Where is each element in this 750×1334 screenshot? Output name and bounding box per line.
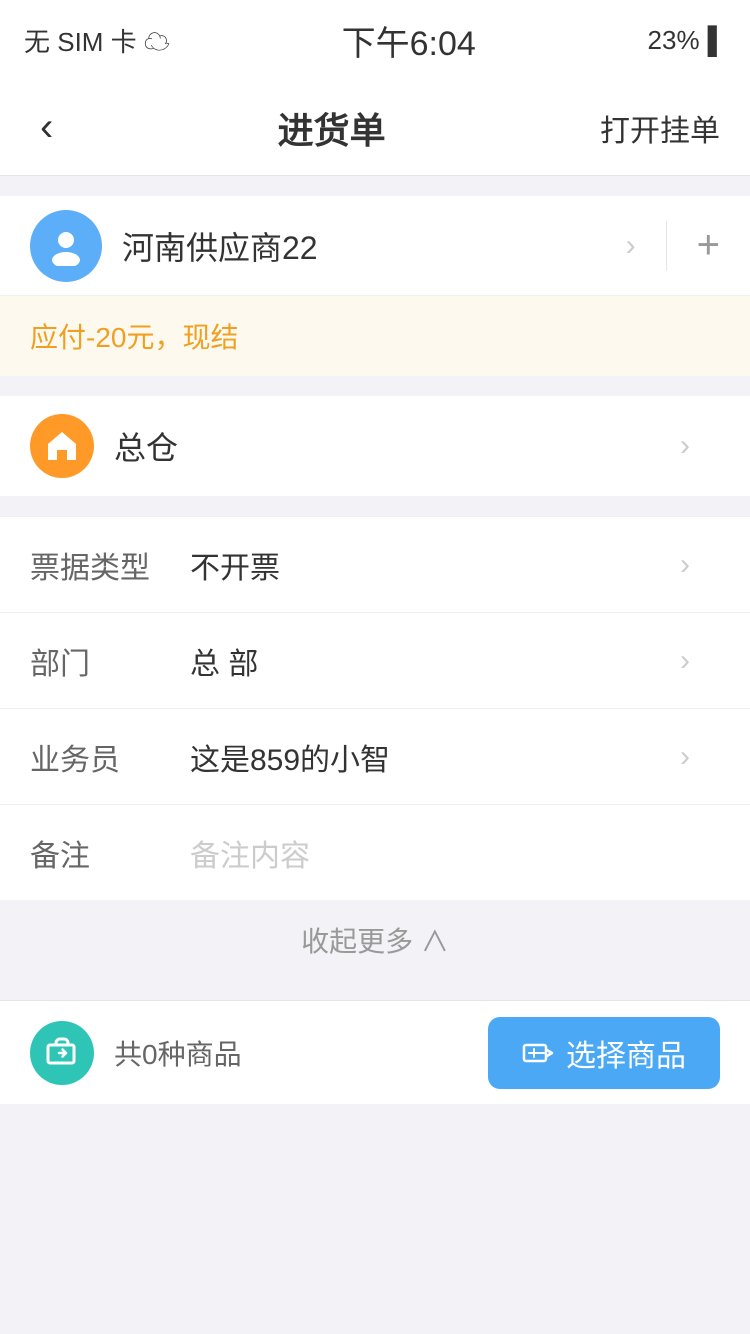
gap-3 [0, 496, 750, 516]
department-chevron-icon: › [680, 644, 690, 678]
form-section: 票据类型 不开票 › 部门 总 部 › 业务员 这是859的小智 › 备注 备注… [0, 516, 750, 900]
department-row[interactable]: 部门 总 部 › [0, 612, 750, 708]
add-button[interactable]: + [697, 223, 720, 268]
supplier-chevron-icon: › [626, 229, 636, 263]
invoice-type-row[interactable]: 票据类型 不开票 › [0, 516, 750, 612]
battery-icon: ▌ [708, 25, 726, 56]
warehouse-name: 总仓 [114, 423, 680, 469]
status-bar: 无 SIM 卡 ☁ 下午6:04 23% ▌ [0, 0, 750, 80]
back-button[interactable]: ‹ [30, 95, 63, 160]
salesperson-chevron-icon: › [680, 740, 690, 774]
select-product-label: 选择商品 [566, 1031, 686, 1075]
note-value: 备注内容 [190, 831, 720, 875]
page-title: 进货单 [278, 102, 386, 154]
status-time: 下午6:04 [342, 16, 476, 65]
select-product-button[interactable]: 选择商品 [488, 1017, 720, 1089]
supplier-section: 河南供应商22 › + 应付-20元，现结 [0, 196, 750, 376]
department-value: 总 部 [190, 639, 680, 683]
salesperson-label: 业务员 [30, 735, 190, 779]
sim-label: 无 SIM 卡 ☁ [24, 22, 170, 59]
gap-4 [0, 980, 750, 1000]
product-count: 共0种商品 [114, 1033, 468, 1073]
gap-2 [0, 376, 750, 396]
notice-text: 应付-20元，现结 [30, 322, 238, 353]
supplier-avatar [30, 210, 102, 282]
product-icon [30, 1021, 94, 1085]
select-product-icon [522, 1037, 554, 1069]
warehouse-chevron-icon: › [680, 429, 690, 463]
salesperson-value: 这是859的小智 [190, 735, 680, 779]
status-left: 无 SIM 卡 ☁ [24, 22, 170, 59]
salesperson-row[interactable]: 业务员 这是859的小智 › [0, 708, 750, 804]
nav-bar: ‹ 进货单 打开挂单 [0, 80, 750, 176]
note-row[interactable]: 备注 备注内容 [0, 804, 750, 900]
main-content: 河南供应商22 › + 应付-20元，现结 总仓 › 票据类型 不开票 [0, 176, 750, 1334]
battery-label: 23% [648, 25, 700, 56]
collapse-label: 收起更多 ∧ [301, 920, 449, 960]
notice-bar: 应付-20元，现结 [0, 296, 750, 376]
warehouse-section: 总仓 › [0, 396, 750, 496]
warehouse-row[interactable]: 总仓 › [0, 396, 750, 496]
invoice-type-value: 不开票 [190, 543, 680, 587]
house-icon [44, 428, 80, 464]
invoice-type-label: 票据类型 [30, 543, 190, 587]
warehouse-icon [30, 414, 94, 478]
collapse-row[interactable]: 收起更多 ∧ [0, 900, 750, 980]
supplier-name: 河南供应商22 [122, 223, 626, 269]
bottom-bar: 共0种商品 选择商品 [0, 1000, 750, 1104]
person-icon [46, 226, 86, 266]
top-gap [0, 176, 750, 196]
supplier-row[interactable]: 河南供应商22 › + [0, 196, 750, 296]
vertical-divider [666, 221, 667, 271]
cart-icon [44, 1035, 80, 1071]
status-right: 23% ▌ [648, 25, 726, 56]
department-label: 部门 [30, 639, 190, 683]
note-label: 备注 [30, 831, 190, 875]
invoice-chevron-icon: › [680, 548, 690, 582]
open-pending-button[interactable]: 打开挂单 [600, 106, 720, 150]
